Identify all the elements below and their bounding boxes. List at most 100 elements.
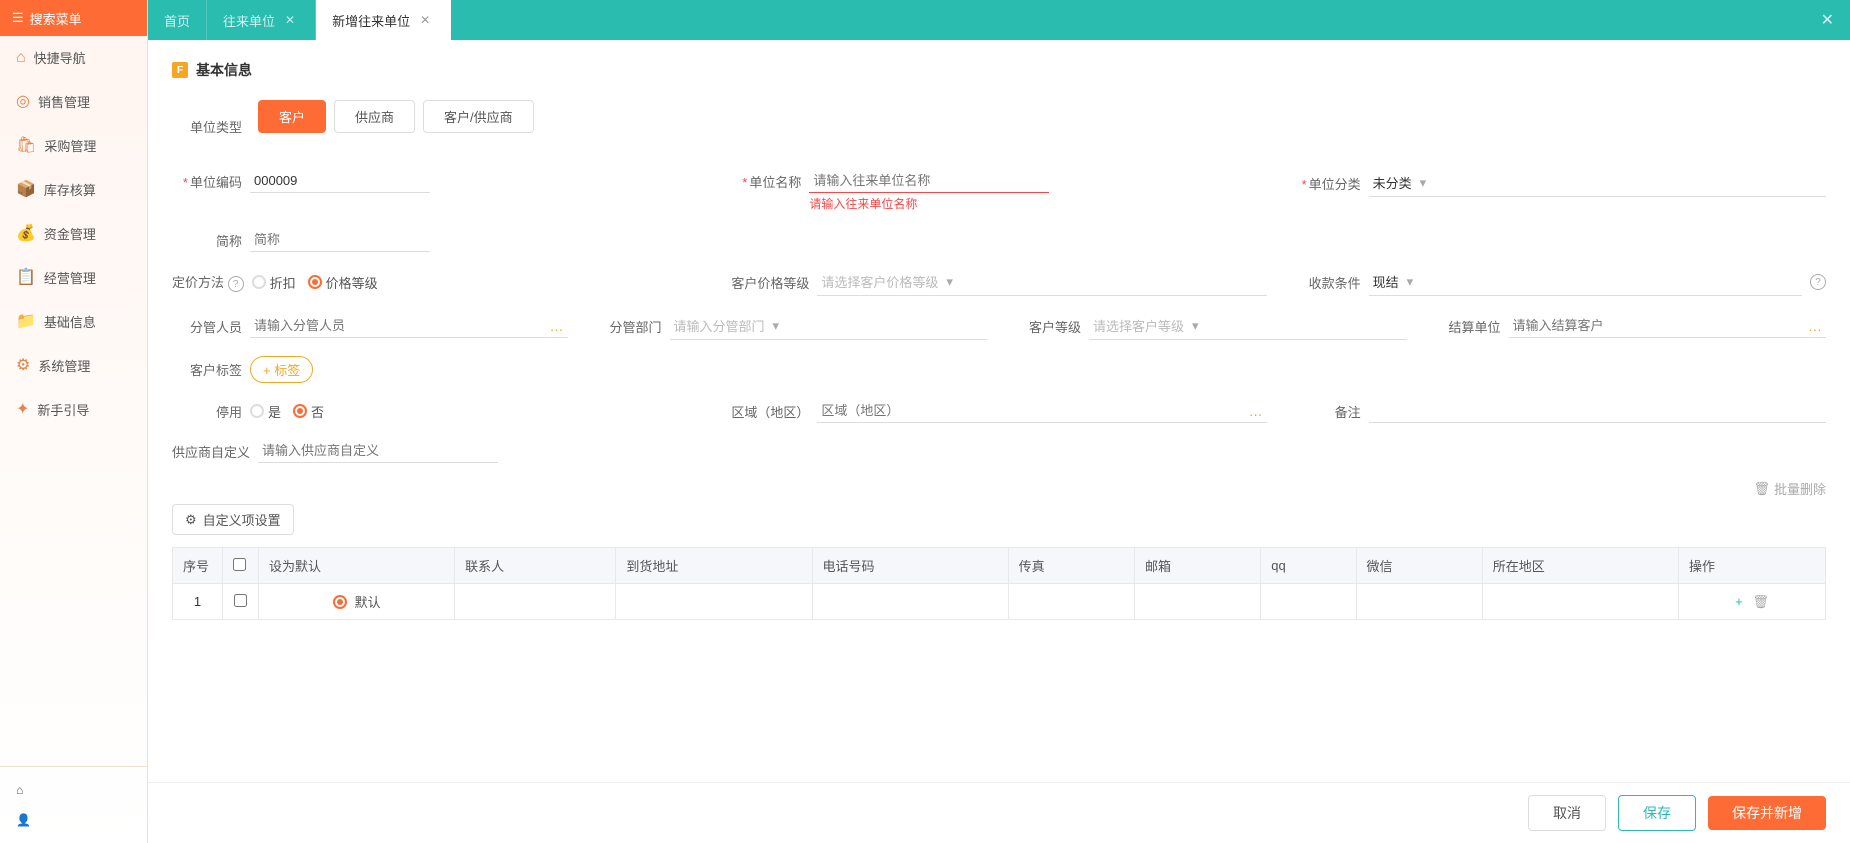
help-icon2[interactable]: ? (1810, 274, 1826, 290)
row-manager: 分管人员 … 分管部门 请输入分管部门 ▾ 客户等级 请选择客户等级 ▾ (172, 312, 1826, 340)
save-new-button[interactable]: 保存并新增 (1708, 796, 1826, 830)
row-codes: *单位编码 *单位名称 请输入往来单位名称 *单位分类 未分类 ▾ (172, 169, 1826, 212)
tab-contacts-close[interactable]: ✕ (281, 11, 299, 29)
system-icon: ⚙ (16, 355, 30, 375)
short-name-label: 简称 (172, 231, 242, 250)
inventory-icon: 📦 (16, 179, 36, 199)
radio-no-dot (293, 404, 307, 418)
radio-yes-dot (250, 404, 264, 418)
save-button[interactable]: 保存 (1618, 795, 1696, 831)
field-unit-name: *单位名称 (731, 169, 1266, 193)
sidebar-bottom-item2[interactable]: 👤 (0, 805, 147, 835)
row-tags: 客户标签 + 标签 (172, 356, 1826, 383)
remark-input[interactable] (1369, 399, 1826, 423)
col-check (223, 548, 259, 584)
customer-price-select[interactable]: 请选择客户价格等级 ▾ (817, 268, 1266, 296)
cell-region (1482, 584, 1678, 620)
radio-price-level-dot (308, 275, 322, 289)
field-remark: 备注 (1291, 399, 1826, 423)
help-icon[interactable]: ? (228, 276, 244, 292)
tag-label: 客户标签 (172, 360, 242, 379)
main-area: 首页 往来单位 ✕ 新增往来单位 ✕ ✕ F 基本信息 单位类型 客户 供应商 (148, 0, 1850, 843)
guide-icon: ✦ (16, 399, 29, 419)
quick-nav-icon: ⌂ (16, 49, 26, 67)
unit-category-select[interactable]: 未分类 ▾ (1369, 169, 1826, 197)
sidebar: ☰ 搜索菜单 ⌂快捷导航◎销售管理🛍采购管理📦库存核算💰资金管理📋经营管理📁基础… (0, 0, 148, 843)
region-more-btn[interactable]: … (1245, 403, 1267, 419)
batch-delete[interactable]: 🗑 批量删除 (172, 479, 1826, 498)
cancel-button[interactable]: 取消 (1528, 795, 1606, 831)
row-checkbox[interactable] (234, 594, 247, 607)
radio-discount[interactable]: 折扣 (252, 273, 296, 292)
unit-code-label: *单位编码 (172, 172, 242, 191)
cell-address (616, 584, 812, 620)
sidebar-item-finance[interactable]: 💰资金管理 (0, 211, 147, 255)
tab-home[interactable]: 首页 (148, 0, 207, 40)
manager-input-container: … (250, 314, 568, 338)
bottom-bar: 取消 保存 保存并新增 (148, 782, 1850, 843)
sidebar-item-quick-nav[interactable]: ⌂快捷导航 (0, 36, 147, 79)
row-pricing: 定价方法 ? 折扣 价格等级 客户价格等级 (172, 268, 1826, 296)
sidebar-item-operations[interactable]: 📋经营管理 (0, 255, 147, 299)
sidebar-item-guide[interactable]: ✦新手引导 (0, 387, 147, 431)
supplier-custom-input[interactable] (258, 439, 498, 463)
btn-customer[interactable]: 客户 (258, 100, 326, 133)
tab-close-all[interactable]: ✕ (1805, 10, 1850, 30)
field-manager: 分管人员 … (172, 314, 568, 338)
department-select[interactable]: 请输入分管部门 ▾ (670, 312, 988, 340)
tab-new-contact[interactable]: 新增往来单位 ✕ (316, 0, 451, 40)
row-supplier-custom: 供应商自定义 (172, 439, 1826, 463)
btn-supplier[interactable]: 供应商 (334, 100, 415, 133)
col-phone: 电话号码 (812, 548, 1008, 584)
sidebar-item-sales[interactable]: ◎销售管理 (0, 79, 147, 123)
custom-settings-btn[interactable]: ⚙ 自定义项设置 (172, 504, 294, 535)
region-input[interactable] (817, 399, 1244, 422)
add-tag-btn[interactable]: + 标签 (250, 356, 313, 383)
add-row-btn[interactable]: + (1735, 594, 1743, 609)
section-title: F 基本信息 (172, 60, 1826, 80)
tab-bar: 首页 往来单位 ✕ 新增往来单位 ✕ ✕ (148, 0, 1850, 40)
manager-input[interactable] (250, 314, 546, 337)
short-name-input[interactable] (250, 228, 430, 252)
radio-price-level[interactable]: 价格等级 (308, 273, 378, 292)
sidebar-bottom-item[interactable]: ⌂ (0, 775, 147, 805)
delete-row-btn[interactable]: 🗑 (1752, 594, 1769, 609)
sales-icon: ◎ (16, 91, 30, 111)
btn-both[interactable]: 客户/供应商 (423, 100, 534, 133)
finance-icon: 💰 (16, 223, 36, 243)
payment-terms-select[interactable]: 现结 ▾ (1369, 268, 1802, 296)
sidebar-item-basic[interactable]: 📁基础信息 (0, 299, 147, 343)
unit-type-label: 单位类型 (172, 117, 242, 136)
sidebar-item-purchase[interactable]: 🛍采购管理 (0, 123, 147, 167)
search-icon: ☰ (12, 10, 24, 26)
customer-level-select[interactable]: 请选择客户等级 ▾ (1089, 312, 1407, 340)
disabled-label: 停用 (172, 402, 242, 421)
content-area: F 基本信息 单位类型 客户 供应商 客户/供应商 *单位编码 (148, 40, 1850, 782)
field-region: 区域（地区） … (731, 399, 1266, 423)
select-all-checkbox[interactable] (233, 558, 246, 571)
sidebar-search[interactable]: ☰ 搜索菜单 (0, 0, 147, 36)
basic-icon: 📁 (16, 311, 36, 331)
unit-code-input[interactable] (250, 169, 430, 193)
col-qq: qq (1261, 548, 1356, 584)
pricing-radio-group: 折扣 价格等级 (252, 273, 378, 292)
tab-new-contact-close[interactable]: ✕ (416, 11, 434, 29)
delete-icon: 🗑 (1753, 481, 1770, 497)
radio-no[interactable]: 否 (293, 402, 324, 421)
col-action: 操作 (1678, 548, 1825, 584)
row-short-name: 简称 (172, 228, 1826, 252)
settlement-input[interactable] (1509, 314, 1805, 337)
chevron-down-icon2: ▾ (946, 274, 953, 290)
field-unit-category: *单位分类 未分类 ▾ (1291, 169, 1826, 197)
radio-yes[interactable]: 是 (250, 402, 281, 421)
tab-contacts[interactable]: 往来单位 ✕ (207, 0, 316, 40)
unit-name-input[interactable] (809, 169, 1049, 193)
settlement-more-btn[interactable]: … (1804, 318, 1826, 334)
chevron-down-icon3: ▾ (1407, 274, 1414, 290)
sidebar-item-inventory[interactable]: 📦库存核算 (0, 167, 147, 211)
default-radio[interactable]: 默认 (269, 592, 444, 611)
settlement-input-container: … (1509, 314, 1827, 338)
sidebar-item-system[interactable]: ⚙系统管理 (0, 343, 147, 387)
manager-more-btn[interactable]: … (546, 318, 568, 334)
col-seq: 序号 (173, 548, 223, 584)
